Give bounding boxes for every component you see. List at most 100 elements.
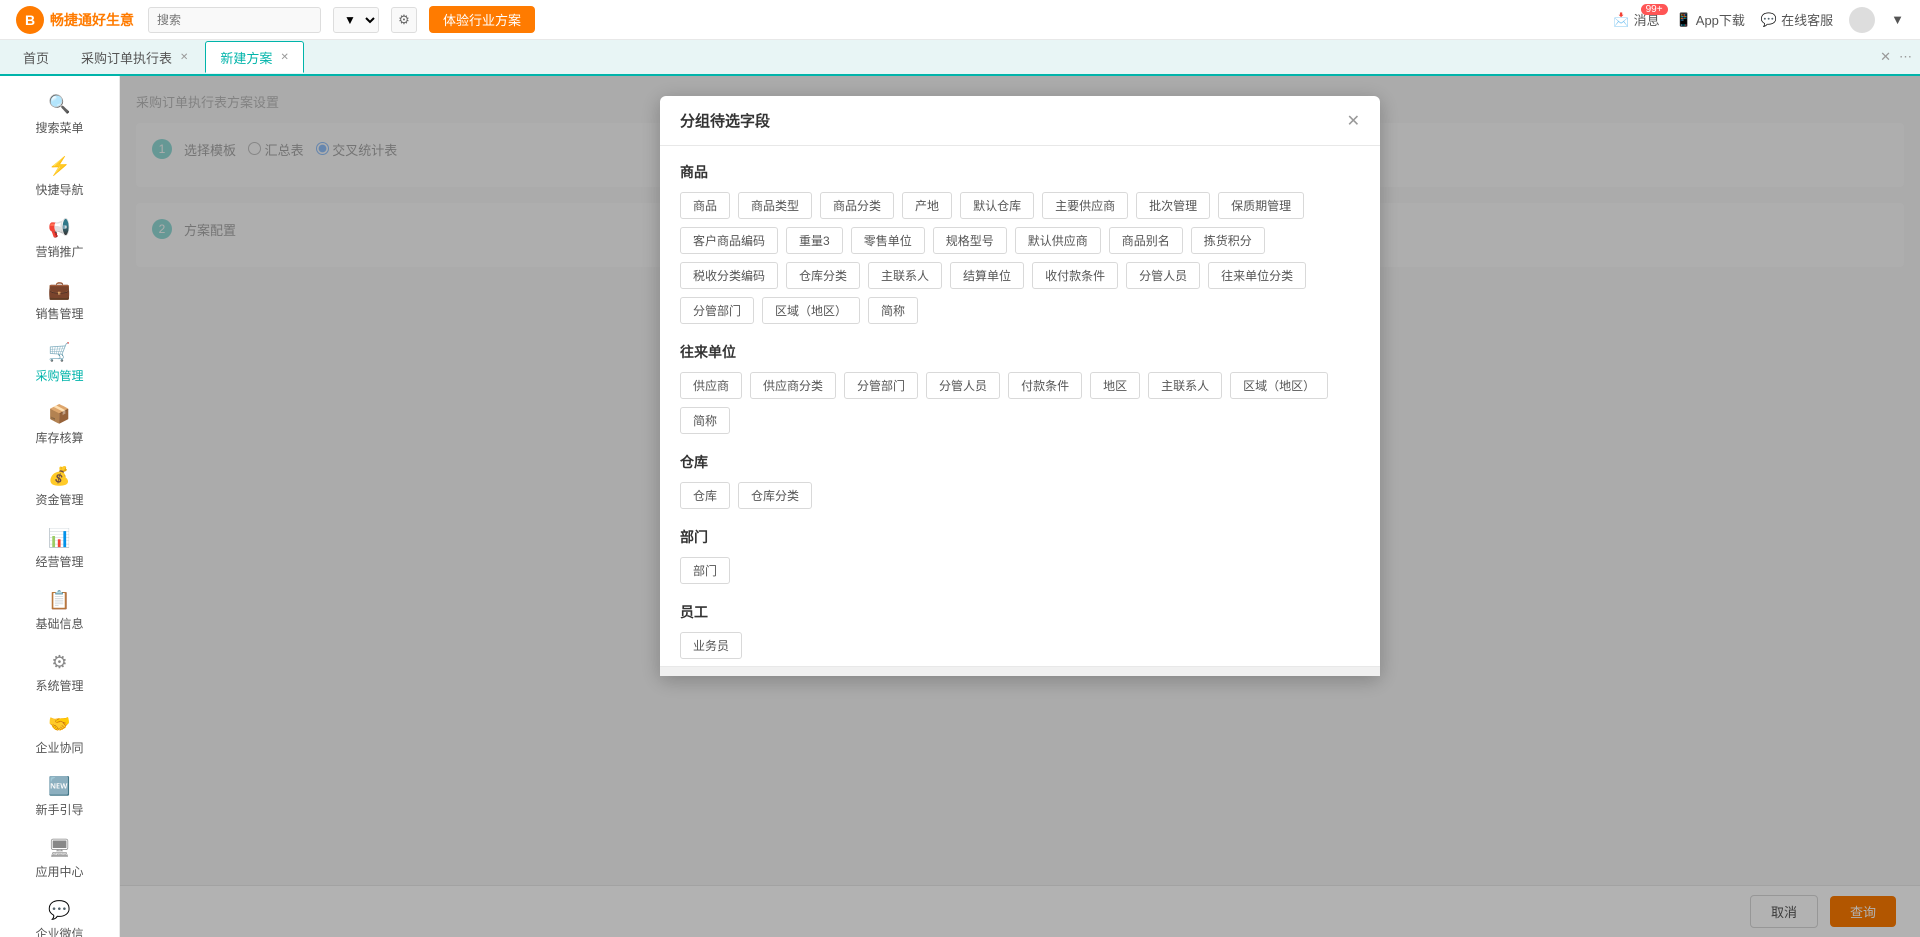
sidebar-item-search[interactable]: 🔍 搜索菜单 [0,84,119,146]
tag-warehouse-1[interactable]: 仓库分类 [738,482,812,509]
tag-product-10[interactable]: 零售单位 [851,227,925,254]
tag-warehouse-0[interactable]: 仓库 [680,482,730,509]
inventory-icon: 📦 [48,404,70,425]
tag-product-17[interactable]: 主联系人 [868,262,942,289]
tab-bar: 首页 采购订单执行表 ✕ 新建方案 ✕ ✕ ⋯ [0,40,1920,76]
tag-product-4[interactable]: 默认仓库 [960,192,1034,219]
top-bar: B 畅捷通好生意 ▼ ⚙ 体验行业方案 📩 消息 99+ 📱 App下载 💬 在… [0,0,1920,40]
tag-product-1[interactable]: 商品类型 [738,192,812,219]
tag-product-11[interactable]: 规格型号 [933,227,1007,254]
sidebar-item-sales[interactable]: 💼 销售管理 [0,270,119,332]
tab-purchase-exec-close[interactable]: ✕ [180,52,188,63]
tag-partner-7[interactable]: 区域（地区） [1230,372,1328,399]
tag-product-13[interactable]: 商品别名 [1109,227,1183,254]
guide-icon: 🆕 [48,776,70,797]
system-icon: ⚙ [51,652,67,673]
tag-employee-0[interactable]: 业务员 [680,632,742,659]
tab-bar-collapse[interactable]: ✕ [1880,49,1891,65]
tab-home[interactable]: 首页 [8,41,64,73]
tag-dept-0[interactable]: 部门 [680,557,730,584]
section-partner: 往来单位 供应商 供应商分类 分管部门 分管人员 付款条件 地区 主联系人 区域… [680,342,1360,434]
tag-product-3[interactable]: 产地 [902,192,952,219]
field-selection-modal: 分组待选字段 ✕ 商品 商品 商品类型 商品分类 产地 默认仓库 主要供应商 批… [660,96,1380,676]
tag-partner-2[interactable]: 分管部门 [844,372,918,399]
sidebar-item-finance[interactable]: 💰 资金管理 [0,456,119,518]
section-product: 商品 商品 商品类型 商品分类 产地 默认仓库 主要供应商 批次管理 保质期管理… [680,162,1360,324]
sidebar-item-system[interactable]: ⚙ 系统管理 [0,642,119,704]
modal-horizontal-scrollbar[interactable] [660,666,1380,676]
tag-product-12[interactable]: 默认供应商 [1015,227,1101,254]
tag-product-24[interactable]: 简称 [868,297,918,324]
sidebar-item-purchase-label: 采购管理 [35,367,83,384]
sidebar-item-collab[interactable]: 🤝 企业协同 [0,704,119,766]
sidebar-item-collab-label: 企业协同 [35,739,83,756]
sidebar-item-purchase[interactable]: 🛒 采购管理 [0,332,119,394]
tag-partner-8[interactable]: 简称 [680,407,730,434]
sidebar-item-basic[interactable]: 📋 基础信息 [0,580,119,642]
tag-product-6[interactable]: 批次管理 [1136,192,1210,219]
sidebar-item-marketing[interactable]: 📢 营销推广 [0,208,119,270]
tag-product-18[interactable]: 结算单位 [950,262,1024,289]
tag-partner-1[interactable]: 供应商分类 [750,372,836,399]
tag-partner-4[interactable]: 付款条件 [1008,372,1082,399]
tag-product-14[interactable]: 拣货积分 [1191,227,1265,254]
online-service-button[interactable]: 💬 在线客服 [1761,10,1833,29]
tag-product-20[interactable]: 分管人员 [1126,262,1200,289]
sidebar-item-quicknav[interactable]: ⚡ 快捷导航 [0,146,119,208]
purchase-icon: 🛒 [48,342,70,363]
tag-product-21[interactable]: 往来单位分类 [1208,262,1306,289]
tag-product-0[interactable]: 商品 [680,192,730,219]
tag-product-2[interactable]: 商品分类 [820,192,894,219]
sidebar-item-marketing-label: 营销推广 [35,243,83,260]
download-icon: 📱 [1676,12,1692,28]
sidebar-item-operation[interactable]: 📊 经营管理 [0,518,119,580]
tag-partner-5[interactable]: 地区 [1090,372,1140,399]
sidebar-item-finance-label: 资金管理 [35,491,83,508]
sidebar-item-guide[interactable]: 🆕 新手引导 [0,766,119,828]
message-button[interactable]: 📩 消息 99+ [1613,10,1659,29]
sidebar-item-appcenter[interactable]: 🖥 应用中心 [0,828,119,890]
sidebar-item-search-label: 搜索菜单 [35,119,83,136]
section-product-tags: 商品 商品类型 商品分类 产地 默认仓库 主要供应商 批次管理 保质期管理 客户… [680,192,1360,324]
marketing-icon: 📢 [48,218,70,239]
tag-product-22[interactable]: 分管部门 [680,297,754,324]
basic-icon: 📋 [48,590,70,611]
tag-product-19[interactable]: 收付款条件 [1032,262,1118,289]
modal-close-button[interactable]: ✕ [1347,111,1360,131]
tag-product-9[interactable]: 重量3 [786,227,843,254]
tab-purchase-exec[interactable]: 采购订单执行表 ✕ [66,41,203,73]
tag-product-8[interactable]: 客户商品编码 [680,227,778,254]
tab-bar-expand[interactable]: ⋯ [1899,49,1912,65]
sidebar-item-inventory[interactable]: 📦 库存核算 [0,394,119,456]
tag-product-16[interactable]: 仓库分类 [786,262,860,289]
message-badge: 99+ [1641,4,1668,15]
tag-partner-0[interactable]: 供应商 [680,372,742,399]
gear-button[interactable]: ⚙ [391,7,417,33]
user-avatar[interactable] [1849,7,1875,33]
tab-new-plan-close[interactable]: ✕ [280,52,288,63]
tag-partner-3[interactable]: 分管人员 [926,372,1000,399]
tab-new-plan[interactable]: 新建方案 ✕ [205,41,303,73]
modal-body[interactable]: 商品 商品 商品类型 商品分类 产地 默认仓库 主要供应商 批次管理 保质期管理… [660,146,1380,666]
section-dept-tags: 部门 [680,557,1360,584]
search-input[interactable] [148,7,321,33]
modal-title: 分组待选字段 [680,110,770,131]
collab-icon: 🤝 [48,714,70,735]
tag-product-15[interactable]: 税收分类编码 [680,262,778,289]
sidebar-item-wechat[interactable]: 💬 企业微信 [0,890,119,937]
tag-product-5[interactable]: 主要供应商 [1042,192,1128,219]
section-dept: 部门 部门 [680,527,1360,584]
tag-product-23[interactable]: 区域（地区） [762,297,860,324]
service-label: 在线客服 [1781,10,1833,29]
app-download-button[interactable]: 📱 App下载 [1676,10,1745,29]
section-dept-title: 部门 [680,527,1360,547]
trial-button[interactable]: 体验行业方案 [429,6,535,33]
download-label: App下载 [1696,10,1745,29]
service-icon: 💬 [1761,12,1777,28]
tag-product-7[interactable]: 保质期管理 [1218,192,1304,219]
search-dropdown[interactable]: ▼ [333,7,379,33]
sales-icon: 💼 [48,280,70,301]
tab-home-label: 首页 [23,48,49,67]
tag-partner-6[interactable]: 主联系人 [1148,372,1222,399]
search-icon: 🔍 [48,94,70,115]
